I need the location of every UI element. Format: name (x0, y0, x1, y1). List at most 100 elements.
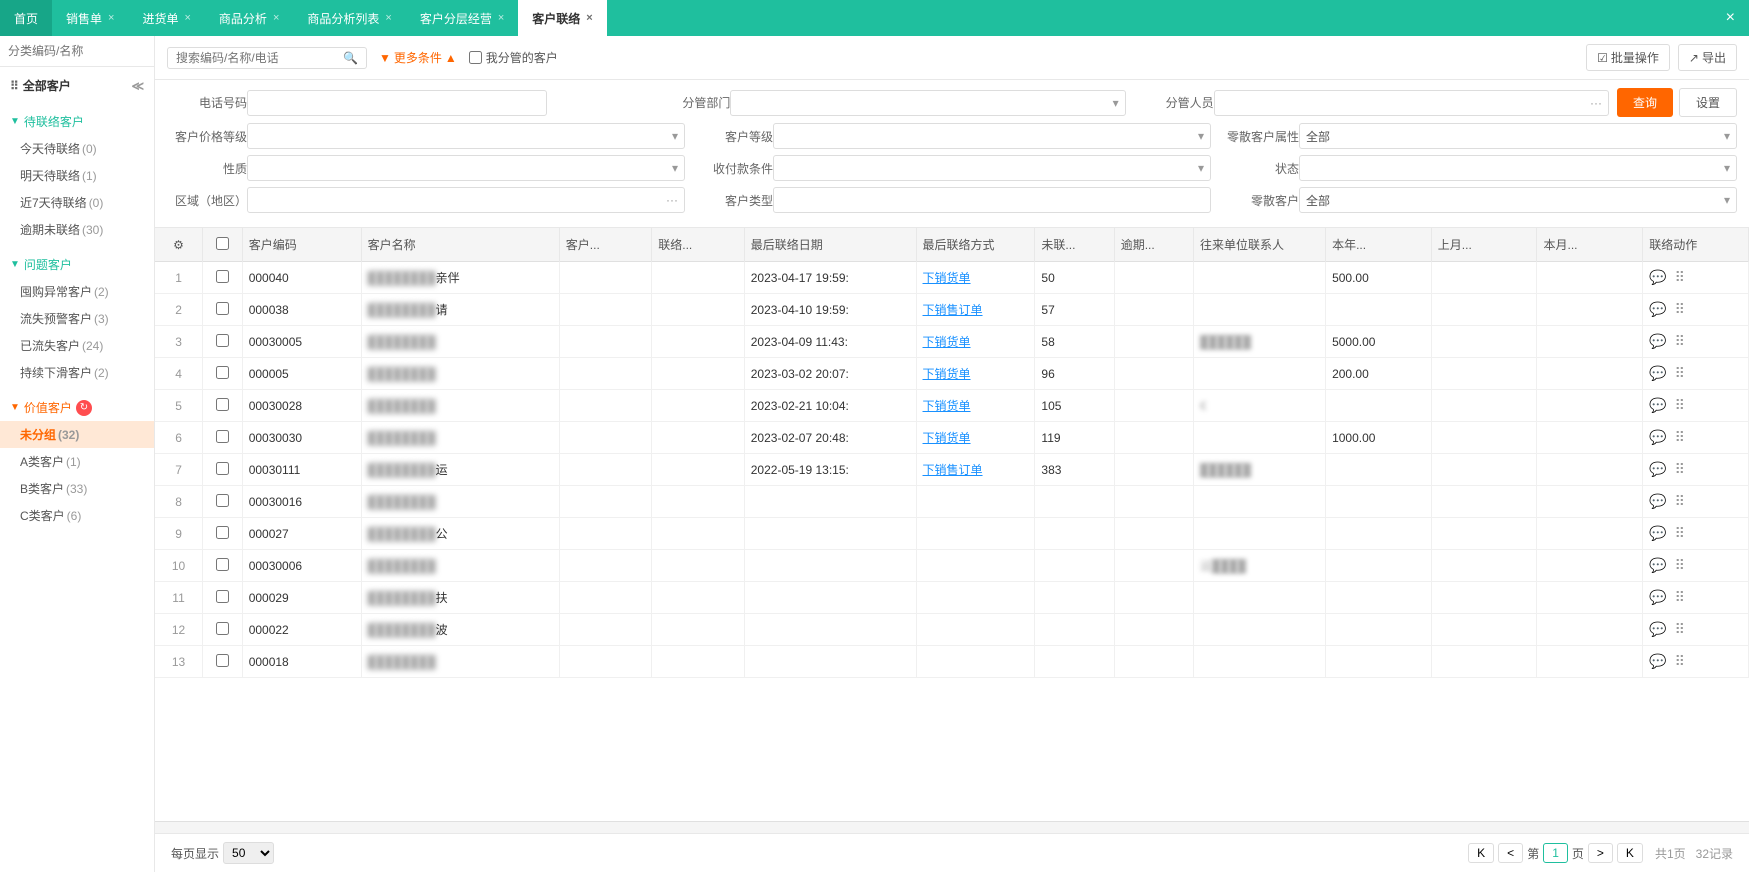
chat-icon[interactable]: 💬 (1649, 429, 1666, 446)
collapse-icon[interactable]: ≪ (131, 79, 144, 93)
sidebar-item-churned[interactable]: 已流失客户 (24) (0, 332, 154, 359)
customer-level-select[interactable]: ▾ (773, 123, 1211, 149)
chat-icon[interactable]: 💬 (1649, 397, 1666, 414)
first-page-button[interactable]: K (1468, 843, 1494, 863)
more-icon[interactable]: ⠿ (1675, 301, 1685, 318)
dept-select[interactable]: ▾ (730, 90, 1125, 116)
col-header-settings[interactable]: ⚙ (155, 228, 203, 262)
close-sales-tab[interactable]: × (108, 12, 114, 24)
next-page-button[interactable]: > (1588, 843, 1613, 863)
value-customers-group[interactable]: ▼ 价值客户 ↻ (0, 394, 154, 421)
horizontal-scrollbar[interactable] (155, 821, 1749, 833)
nav-customer-contact[interactable]: 客户联络 × (518, 0, 606, 36)
person-select[interactable]: ··· (1214, 90, 1609, 116)
way-link[interactable]: 下销售订单 (923, 303, 983, 317)
row-checkbox[interactable] (203, 646, 243, 678)
nav-home[interactable]: 首页 (0, 0, 52, 36)
gender-select[interactable]: ▾ (247, 155, 685, 181)
customer-type-select[interactable] (773, 187, 1211, 213)
more-icon[interactable]: ⠿ (1675, 589, 1685, 606)
row-checkbox[interactable] (203, 390, 243, 422)
nav-purchase[interactable]: 进货单 × (128, 0, 204, 36)
phone-input[interactable] (247, 90, 547, 116)
my-customers-filter[interactable]: 我分管的客户 (469, 49, 558, 66)
all-customers-header[interactable]: ⠿ 全部客户 ≪ (0, 71, 154, 100)
close-customer-tier-tab[interactable]: × (498, 12, 504, 24)
chat-icon[interactable]: 💬 (1649, 301, 1666, 318)
row-checkbox[interactable] (203, 582, 243, 614)
chat-icon[interactable]: 💬 (1649, 269, 1666, 286)
col-header-checkbox[interactable] (203, 228, 243, 262)
chat-icon[interactable]: 💬 (1649, 525, 1666, 542)
nav-product-analysis[interactable]: 商品分析 × (205, 0, 293, 36)
settings-icon[interactable]: ⚙ (173, 238, 184, 252)
more-icon[interactable]: ⠿ (1675, 653, 1685, 670)
sidebar-item-today[interactable]: 今天待联络 (0) (0, 135, 154, 162)
row-checkbox[interactable] (203, 358, 243, 390)
close-product-analysis-tab[interactable]: × (273, 12, 279, 24)
row-checkbox[interactable] (203, 454, 243, 486)
sidebar-item-week[interactable]: 近7天待联络 (0) (0, 189, 154, 216)
last-page-button[interactable]: K (1617, 843, 1643, 863)
way-link[interactable]: 下销货单 (923, 271, 971, 285)
query-button[interactable]: 查询 (1617, 88, 1673, 117)
search-input[interactable] (176, 51, 343, 65)
way-link[interactable]: 下销货单 (923, 367, 971, 381)
chat-icon[interactable]: 💬 (1649, 333, 1666, 350)
sidebar-item-declining[interactable]: 持续下滑客户 (2) (0, 359, 154, 386)
problem-customers-group[interactable]: ▼ 问题客户 (0, 251, 154, 278)
row-checkbox[interactable] (203, 326, 243, 358)
retail-customer-select[interactable]: 全部 ▾ (1299, 187, 1737, 213)
more-icon[interactable]: ⠿ (1675, 557, 1685, 574)
nav-product-analysis-list[interactable]: 商品分析列表 × (293, 0, 405, 36)
more-icon[interactable]: ⠿ (1675, 429, 1685, 446)
status-select[interactable]: ▾ (1299, 155, 1737, 181)
sidebar-search-input[interactable] (8, 44, 155, 58)
row-checkbox[interactable] (203, 422, 243, 454)
row-checkbox[interactable] (203, 486, 243, 518)
more-icon[interactable]: ⠿ (1675, 333, 1685, 350)
close-product-analysis-list-tab[interactable]: × (385, 12, 391, 24)
my-customers-checkbox[interactable] (469, 51, 482, 64)
sidebar-item-class-b[interactable]: B类客户 (33) (0, 475, 154, 502)
chat-icon[interactable]: 💬 (1649, 461, 1666, 478)
more-icon[interactable]: ⠿ (1675, 461, 1685, 478)
chat-icon[interactable]: 💬 (1649, 365, 1666, 382)
more-icon[interactable]: ⠿ (1675, 365, 1685, 382)
chat-icon[interactable]: 💬 (1649, 557, 1666, 574)
sidebar-item-hoarding[interactable]: 囤购异常客户 (2) (0, 278, 154, 305)
prev-page-button[interactable]: < (1498, 843, 1523, 863)
chat-icon[interactable]: 💬 (1649, 589, 1666, 606)
sidebar-item-class-a[interactable]: A类客户 (1) (0, 448, 154, 475)
row-checkbox[interactable] (203, 294, 243, 326)
way-link[interactable]: 下销售订单 (923, 463, 983, 477)
reset-button[interactable]: 设置 (1679, 88, 1737, 117)
price-level-select[interactable]: ▾ (247, 123, 685, 149)
way-link[interactable]: 下销货单 (923, 431, 971, 445)
row-checkbox[interactable] (203, 550, 243, 582)
chat-icon[interactable]: 💬 (1649, 621, 1666, 638)
search-icon[interactable]: 🔍 (343, 51, 358, 65)
row-checkbox[interactable] (203, 614, 243, 646)
pending-contact-group[interactable]: ▼ 待联络客户 (0, 108, 154, 135)
more-icon[interactable]: ⠿ (1675, 397, 1685, 414)
sidebar-item-class-c[interactable]: C类客户 (6) (0, 502, 154, 529)
more-icon[interactable]: ⠿ (1675, 621, 1685, 638)
close-purchase-tab[interactable]: × (184, 12, 190, 24)
more-icon[interactable]: ⠿ (1675, 525, 1685, 542)
row-checkbox[interactable] (203, 518, 243, 550)
region-select[interactable]: ··· (247, 187, 685, 213)
nav-sales[interactable]: 销售单 × (52, 0, 128, 36)
sidebar-item-overdue[interactable]: 逾期未联络 (30) (0, 216, 154, 243)
row-checkbox[interactable] (203, 262, 243, 294)
way-link[interactable]: 下销货单 (923, 335, 971, 349)
chat-icon[interactable]: 💬 (1649, 493, 1666, 510)
chat-icon[interactable]: 💬 (1649, 653, 1666, 670)
select-all-checkbox[interactable] (216, 237, 229, 250)
more-icon[interactable]: ⠿ (1675, 493, 1685, 510)
sidebar-item-tomorrow[interactable]: 明天待联络 (1) (0, 162, 154, 189)
more-conditions-button[interactable]: ▼ 更多条件 ▲ (379, 49, 457, 66)
window-close-button[interactable]: × (1712, 0, 1749, 36)
sidebar-item-churn-warning[interactable]: 流失预警客户 (3) (0, 305, 154, 332)
way-link[interactable]: 下销货单 (923, 399, 971, 413)
